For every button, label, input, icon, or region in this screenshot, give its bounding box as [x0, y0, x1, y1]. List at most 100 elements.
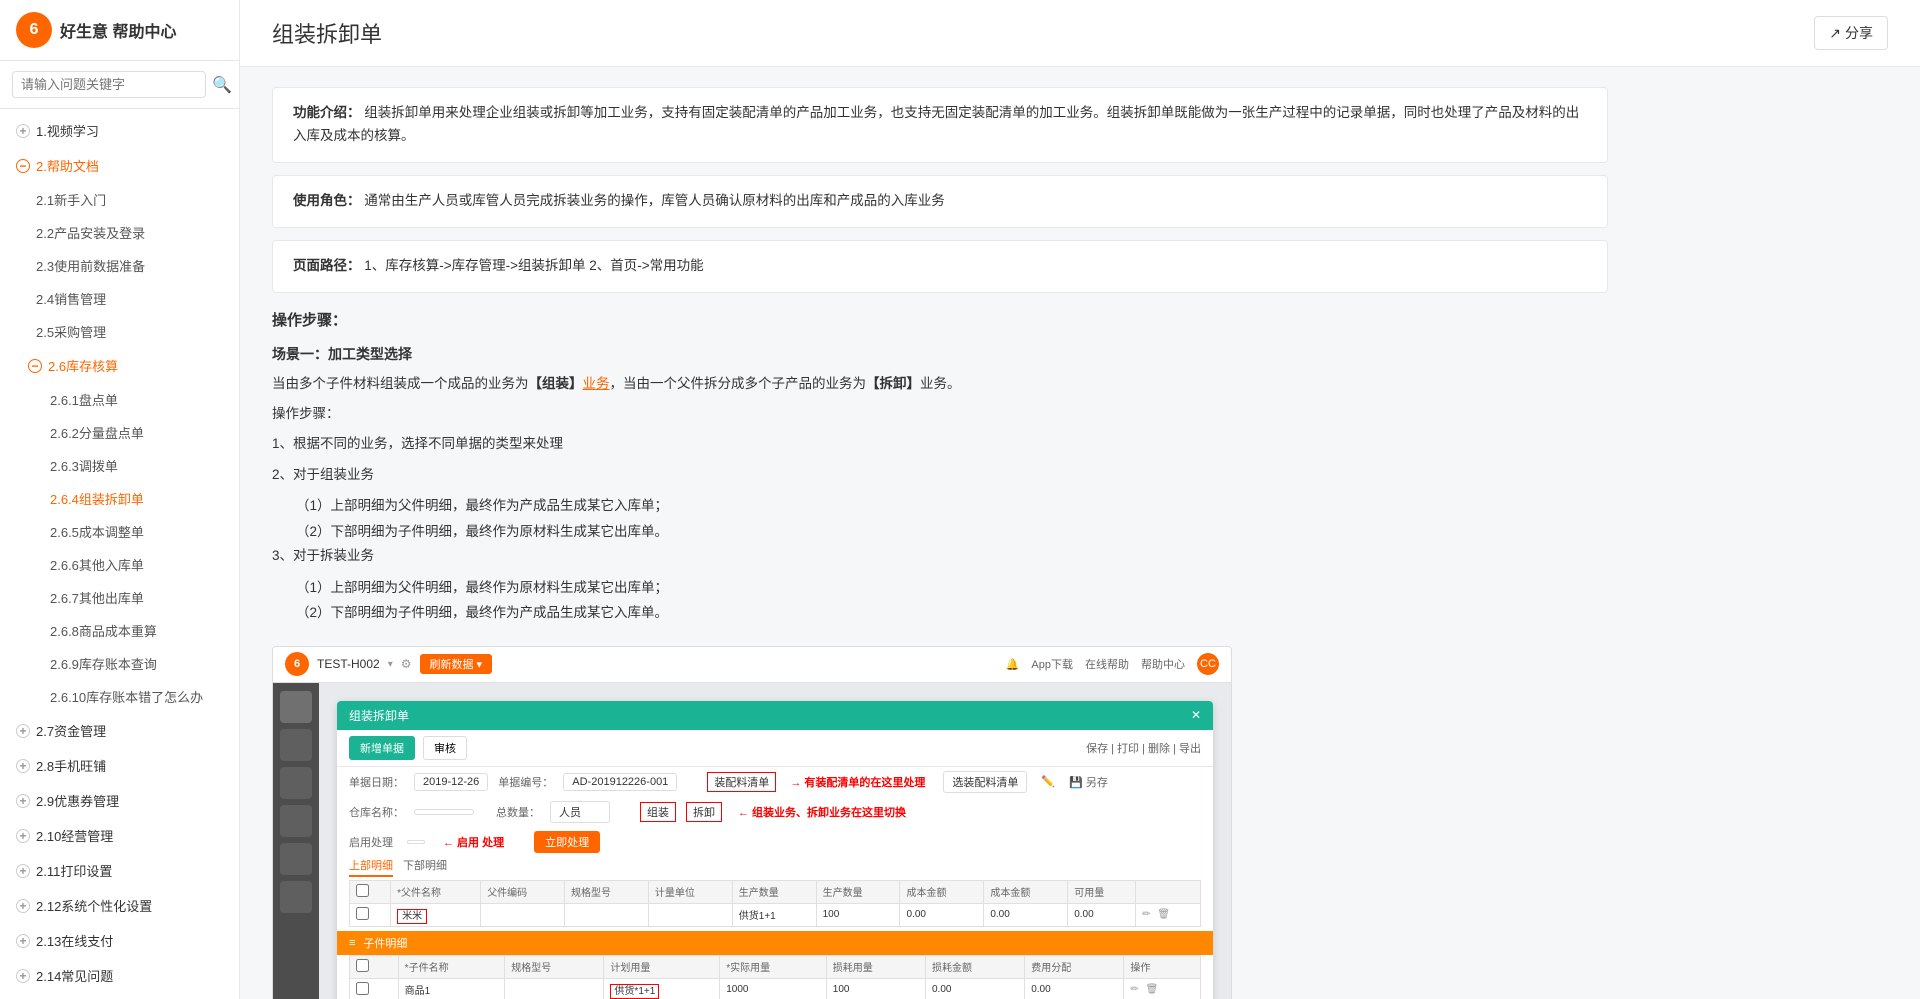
- disassembly-sub-steps: （1）上部明细为父件明细，最终作为原材料生成某它出库单； （2）下部明细为子件明…: [272, 575, 1608, 626]
- mock-type-assembly[interactable]: 组装: [640, 802, 676, 822]
- feature-intro-block: 功能介绍： 组装拆卸单用来处理企业组装或拆卸等加工业务，支持有固定装配清单的产品…: [272, 87, 1608, 163]
- mock-form-row2: 仓库名称： 总数量： 人员 组装 拆卸 ← 组装业务、拆卸业务在这里切换: [337, 797, 1213, 827]
- mock-logo: 6: [285, 652, 309, 676]
- mock-select-list-btn[interactable]: 选装配料清单: [943, 771, 1027, 793]
- plus-icon-print: +: [16, 864, 30, 878]
- feature-text: 组装拆卸单用来处理企业组装或拆卸等加工业务，支持有固定装配清单的产品加工业务，也…: [293, 105, 1579, 143]
- sidebar-item-label: 1.视频学习: [36, 121, 99, 140]
- sidebar-item-coupon[interactable]: + 2.9优惠券管理: [0, 783, 239, 818]
- mock-lower-row-check[interactable]: [356, 982, 369, 995]
- mock-ltd-edit-icon[interactable]: ✏: [1130, 984, 1138, 995]
- sidebar-item-video[interactable]: + 1.视频学习: [0, 113, 239, 148]
- mock-section-label: 子件明细: [363, 935, 407, 951]
- disassembly-step2: （2）下部明细为子件明细，最终作为产成品生成某它入库单。: [296, 600, 1608, 626]
- role-text: 通常由生产人员或库管人员完成拆装业务的操作，库管人员确认原材料的出库和产成品的入…: [364, 193, 945, 208]
- sidebar-item-label: 2.10经营管理: [36, 826, 113, 845]
- mock-user-icon: CC: [1197, 653, 1219, 675]
- mock-menu-icon-2: [280, 767, 312, 799]
- sidebar-item-inventory[interactable]: − 2.6库存核算: [0, 348, 239, 383]
- mock-dropdown-icon: ▾: [388, 659, 393, 670]
- search-input[interactable]: [12, 71, 206, 98]
- sidebar-item-inbound[interactable]: 2.6.6其他入库单: [0, 548, 239, 581]
- mock-lower-select-all[interactable]: [356, 959, 369, 972]
- mock-td-qty: 100: [816, 903, 900, 926]
- mock-edit-row-icon[interactable]: ✏: [1142, 909, 1150, 920]
- sidebar-item-payment[interactable]: + 2.13在线支付: [0, 923, 239, 958]
- assembly-link[interactable]: 业务: [583, 376, 610, 391]
- share-label: 分享: [1845, 23, 1873, 43]
- plus-icon-mobile: +: [16, 759, 30, 773]
- mock-lth-loss: 损耗用量: [826, 955, 925, 978]
- sidebar-item-outbound[interactable]: 2.6.7其他出库单: [0, 581, 239, 614]
- sidebar-item-data[interactable]: 2.3使用前数据准备: [0, 249, 239, 282]
- disassembly-term: 【拆卸】: [866, 376, 920, 391]
- mock-th-cost2: 成本金额: [984, 880, 1068, 903]
- mock-upper-tab[interactable]: 上部明细: [349, 857, 393, 877]
- mock-apps-label: App下载: [1031, 656, 1073, 672]
- assembly-step1: （1）上部明细为父件明细，最终作为产成品生成某它入库单；: [296, 493, 1608, 519]
- mock-assembly-list-field[interactable]: 装配料清单: [707, 772, 776, 792]
- sidebar-item-settings[interactable]: + 2.12系统个性化设置: [0, 888, 239, 923]
- mock-warehouse-field[interactable]: [414, 809, 474, 815]
- sidebar-item-cases[interactable]: + 2.15操作案例: [0, 993, 239, 999]
- minus-icon: −: [16, 159, 30, 173]
- sidebar-item-cost[interactable]: 2.6.5成本调整单: [0, 515, 239, 548]
- mock-close-icon[interactable]: ✕: [1191, 708, 1201, 722]
- mock-row-check[interactable]: [356, 907, 369, 920]
- sidebar-item-purchase[interactable]: 2.5采购管理: [0, 315, 239, 348]
- search-button[interactable]: 🔍: [212, 75, 232, 95]
- mock-confirm-btn[interactable]: 立即处理: [534, 831, 600, 853]
- mock-td-cost1: 0.00: [900, 903, 984, 926]
- sidebar-item-stockerr[interactable]: 2.6.10库存账本错了怎么办: [0, 680, 239, 713]
- mock-select-all[interactable]: [356, 884, 369, 897]
- sidebar: 6 好生意 帮助中心 🔍 + 1.视频学习 − 2.帮助文档 2.1新手入门 2…: [0, 0, 240, 999]
- sidebar-item-costcalc[interactable]: 2.6.8商品成本重算: [0, 614, 239, 647]
- sidebar-item-label: 2.6库存核算: [48, 356, 118, 375]
- mock-td-name: 米米: [391, 903, 481, 926]
- mock-save-btn[interactable]: 💾 另存: [1069, 774, 1108, 790]
- plus-icon-finance: +: [16, 724, 30, 738]
- share-button[interactable]: ↗ 分享: [1814, 16, 1888, 50]
- screenshot-container: 6 TEST-H002 ▾ ⚙ 刷新数据 ▾ 🔔 App下载 在线帮助 帮助中心…: [272, 646, 1232, 999]
- mock-tab-audit[interactable]: 审核: [423, 736, 467, 760]
- sidebar-item-assembly[interactable]: 2.6.4组装拆卸单: [0, 482, 239, 515]
- plus-icon-ops: +: [16, 829, 30, 843]
- mock-th-parent: *父件名称: [391, 880, 481, 903]
- sidebar-item-mobile[interactable]: + 2.8手机旺铺: [0, 748, 239, 783]
- mock-td-unit: [648, 903, 732, 926]
- assembly-term: 【组装】: [529, 376, 583, 391]
- mock-count-field[interactable]: 人员: [550, 801, 610, 823]
- mock-upper-section: 上部明细 下部明细 *父件名称 父件编码 规格型号: [337, 857, 1213, 931]
- mock-date-field[interactable]: 2019-12-26: [414, 773, 488, 791]
- sidebar-item-sales[interactable]: 2.4销售管理: [0, 282, 239, 315]
- mock-dialog-title: 组装拆卸单 ✕: [337, 701, 1213, 730]
- sidebar-item-finance[interactable]: + 2.7资金管理: [0, 713, 239, 748]
- sidebar-item-faq[interactable]: + 2.14常见问题: [0, 958, 239, 993]
- mock-ltd-alloc: 0.00: [1025, 978, 1124, 999]
- mock-lower-tab[interactable]: 下部明细: [403, 857, 447, 877]
- mock-form-row1: 单据日期： 2019-12-26 单据编号： AD-201912226-001 …: [337, 767, 1213, 797]
- sidebar-item-split[interactable]: 2.6.2分量盘点单: [0, 416, 239, 449]
- mock-menu-icon-4: [280, 843, 312, 875]
- mock-edit-btn[interactable]: ✏️: [1041, 775, 1055, 788]
- mock-no-field[interactable]: AD-201912226-001: [563, 773, 677, 791]
- mock-help-label: 在线帮助: [1085, 656, 1129, 672]
- mock-tab-new[interactable]: 新增单据: [349, 736, 415, 760]
- sidebar-item-stocktake[interactable]: 2.6.1盘点单: [0, 383, 239, 416]
- sidebar-item-stockquery[interactable]: 2.6.9库存账本查询: [0, 647, 239, 680]
- mock-enable-field[interactable]: [407, 840, 425, 844]
- sidebar-item-new[interactable]: 2.1新手入门: [0, 183, 239, 216]
- mock-ltd-plan: 供货*1+1: [604, 978, 720, 999]
- mock-delete-row-icon[interactable]: 🗑: [1157, 909, 1170, 920]
- mock-th-checkbox: [350, 880, 391, 903]
- sidebar-item-transfer[interactable]: 2.6.3调拨单: [0, 449, 239, 482]
- sidebar-item-install[interactable]: 2.2产品安装及登录: [0, 216, 239, 249]
- sidebar-item-ops[interactable]: + 2.10经营管理: [0, 818, 239, 853]
- mock-type-disassembly[interactable]: 拆卸: [686, 802, 722, 822]
- mock-parent-name: 米米: [397, 909, 427, 924]
- mock-ltd-del-icon[interactable]: 🗑: [1146, 984, 1159, 995]
- mock-refresh-button[interactable]: 刷新数据 ▾: [420, 654, 493, 674]
- sidebar-item-docs[interactable]: − 2.帮助文档: [0, 148, 239, 183]
- sidebar-item-print[interactable]: + 2.11打印设置: [0, 853, 239, 888]
- mock-dialog-area: 组装拆卸单 ✕ 新增单据 审核 保存 | 打印 | 删除 | 导出 单: [319, 683, 1231, 999]
